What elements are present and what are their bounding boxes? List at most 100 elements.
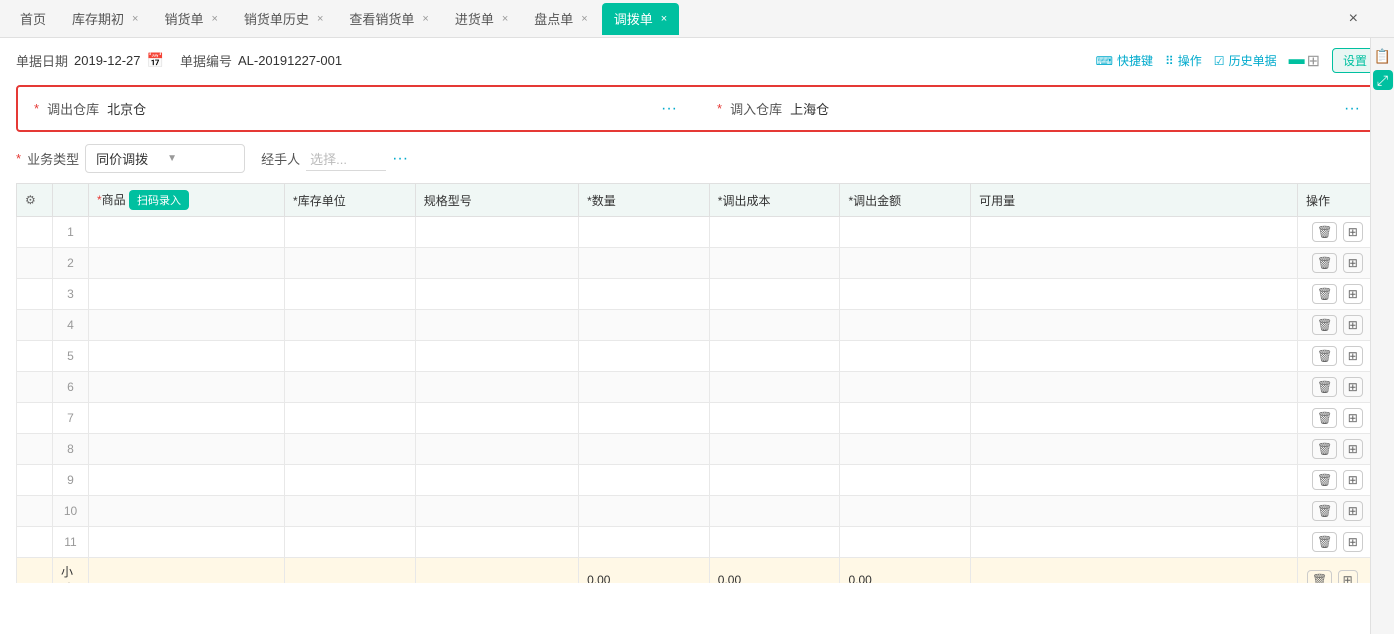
tab-sales-order-close[interactable]: × xyxy=(211,13,217,25)
business-type-select[interactable]: 同价调拨 ▼ xyxy=(85,144,245,173)
history-action[interactable]: ☑ 历史单据 xyxy=(1214,52,1277,69)
row-unit-cell[interactable] xyxy=(285,279,416,310)
copy-button[interactable]: ⊞ xyxy=(1343,377,1363,397)
tab-view-sales[interactable]: 查看销货单 × xyxy=(337,3,440,35)
row-unit-cell[interactable] xyxy=(285,527,416,558)
tab-stocktake-close[interactable]: × xyxy=(581,13,587,25)
row-spec-cell[interactable] xyxy=(415,279,578,310)
gear-icon[interactable]: ⚙ xyxy=(25,193,36,207)
tab-stocktake[interactable]: 盘点单 × xyxy=(522,3,599,35)
copy-button[interactable]: ⊞ xyxy=(1343,470,1363,490)
tab-purchase-close[interactable]: × xyxy=(502,13,508,25)
tab-inventory-init-close[interactable]: × xyxy=(132,13,138,25)
row-unit-cell[interactable] xyxy=(285,341,416,372)
row-spec-cell[interactable] xyxy=(415,527,578,558)
col-header-settings[interactable]: ⚙ xyxy=(17,184,53,217)
row-amount-cell[interactable] xyxy=(840,341,971,372)
subtotal-delete-button[interactable]: 🗑 xyxy=(1307,570,1332,583)
copy-button[interactable]: ⊞ xyxy=(1343,253,1363,273)
in-warehouse-more[interactable]: ··· xyxy=(1344,100,1360,118)
row-spec-cell[interactable] xyxy=(415,310,578,341)
row-qty-cell[interactable] xyxy=(579,496,710,527)
row-goods-cell[interactable] xyxy=(89,403,285,434)
row-amount-cell[interactable] xyxy=(840,465,971,496)
sidebar-expand-icon[interactable]: ⤢ xyxy=(1373,70,1393,90)
tab-transfer-close[interactable]: × xyxy=(661,13,667,25)
person-select[interactable]: 选择... xyxy=(306,147,386,171)
scan-button[interactable]: 扫码录入 xyxy=(129,190,189,210)
tab-sales-history-close[interactable]: × xyxy=(317,13,323,25)
delete-button[interactable]: 🗑 xyxy=(1312,470,1337,490)
row-cost-cell[interactable] xyxy=(709,403,840,434)
row-cost-cell[interactable] xyxy=(709,310,840,341)
row-cost-cell[interactable] xyxy=(709,496,840,527)
tab-sales-order[interactable]: 销货单 × xyxy=(152,3,229,35)
calendar-icon[interactable]: 📅 xyxy=(147,52,164,69)
row-goods-cell[interactable] xyxy=(89,248,285,279)
row-cost-cell[interactable] xyxy=(709,217,840,248)
tab-inventory-init[interactable]: 库存期初 × xyxy=(60,3,150,35)
delete-button[interactable]: 🗑 xyxy=(1312,253,1337,273)
row-goods-cell[interactable] xyxy=(89,527,285,558)
row-amount-cell[interactable] xyxy=(840,248,971,279)
row-goods-cell[interactable] xyxy=(89,496,285,527)
row-unit-cell[interactable] xyxy=(285,496,416,527)
row-cost-cell[interactable] xyxy=(709,248,840,279)
copy-button[interactable]: ⊞ xyxy=(1343,408,1363,428)
out-warehouse-value[interactable]: 北京仓 xyxy=(107,99,146,118)
row-unit-cell[interactable] xyxy=(285,465,416,496)
delete-button[interactable]: 🗑 xyxy=(1312,377,1337,397)
row-qty-cell[interactable] xyxy=(579,372,710,403)
row-amount-cell[interactable] xyxy=(840,403,971,434)
row-goods-cell[interactable] xyxy=(89,279,285,310)
row-amount-cell[interactable] xyxy=(840,527,971,558)
copy-button[interactable]: ⊞ xyxy=(1343,346,1363,366)
row-amount-cell[interactable] xyxy=(840,496,971,527)
row-qty-cell[interactable] xyxy=(579,465,710,496)
row-goods-cell[interactable] xyxy=(89,310,285,341)
copy-button[interactable]: ⊞ xyxy=(1343,315,1363,335)
row-qty-cell[interactable] xyxy=(579,279,710,310)
row-spec-cell[interactable] xyxy=(415,403,578,434)
row-unit-cell[interactable] xyxy=(285,248,416,279)
row-spec-cell[interactable] xyxy=(415,248,578,279)
person-more[interactable]: ··· xyxy=(392,150,408,168)
delete-button[interactable]: 🗑 xyxy=(1312,346,1337,366)
row-cost-cell[interactable] xyxy=(709,372,840,403)
delete-button[interactable]: 🗑 xyxy=(1312,315,1337,335)
row-unit-cell[interactable] xyxy=(285,403,416,434)
layout-icon-2[interactable]: ⊞ xyxy=(1307,51,1320,71)
copy-button[interactable]: ⊞ xyxy=(1343,532,1363,552)
copy-button[interactable]: ⊞ xyxy=(1343,284,1363,304)
row-unit-cell[interactable] xyxy=(285,217,416,248)
copy-button[interactable]: ⊞ xyxy=(1343,501,1363,521)
row-spec-cell[interactable] xyxy=(415,217,578,248)
row-cost-cell[interactable] xyxy=(709,465,840,496)
row-goods-cell[interactable] xyxy=(89,341,285,372)
tab-transfer[interactable]: 调拨单 × xyxy=(602,3,679,35)
row-spec-cell[interactable] xyxy=(415,496,578,527)
tab-sales-history[interactable]: 销货单历史 × xyxy=(232,3,335,35)
subtotal-copy-button[interactable]: ⊞ xyxy=(1338,570,1358,583)
row-cost-cell[interactable] xyxy=(709,527,840,558)
delete-button[interactable]: 🗑 xyxy=(1312,501,1337,521)
delete-button[interactable]: 🗑 xyxy=(1312,284,1337,304)
operate-action[interactable]: ⠿ 操作 xyxy=(1165,52,1202,69)
row-qty-cell[interactable] xyxy=(579,403,710,434)
row-goods-cell[interactable] xyxy=(89,465,285,496)
layout-icon-1[interactable]: ▬ xyxy=(1289,51,1305,71)
tab-purchase[interactable]: 进货单 × xyxy=(443,3,520,35)
shortcut-action[interactable]: ⌨ 快捷键 xyxy=(1096,52,1153,69)
row-goods-cell[interactable] xyxy=(89,372,285,403)
row-spec-cell[interactable] xyxy=(415,372,578,403)
delete-button[interactable]: 🗑 xyxy=(1312,532,1337,552)
row-spec-cell[interactable] xyxy=(415,341,578,372)
delete-button[interactable]: 🗑 xyxy=(1312,408,1337,428)
row-qty-cell[interactable] xyxy=(579,434,710,465)
row-spec-cell[interactable] xyxy=(415,434,578,465)
delete-button[interactable]: 🗑 xyxy=(1312,439,1337,459)
row-unit-cell[interactable] xyxy=(285,372,416,403)
row-spec-cell[interactable] xyxy=(415,465,578,496)
date-value[interactable]: 2019-12-27 xyxy=(74,53,141,68)
row-cost-cell[interactable] xyxy=(709,279,840,310)
